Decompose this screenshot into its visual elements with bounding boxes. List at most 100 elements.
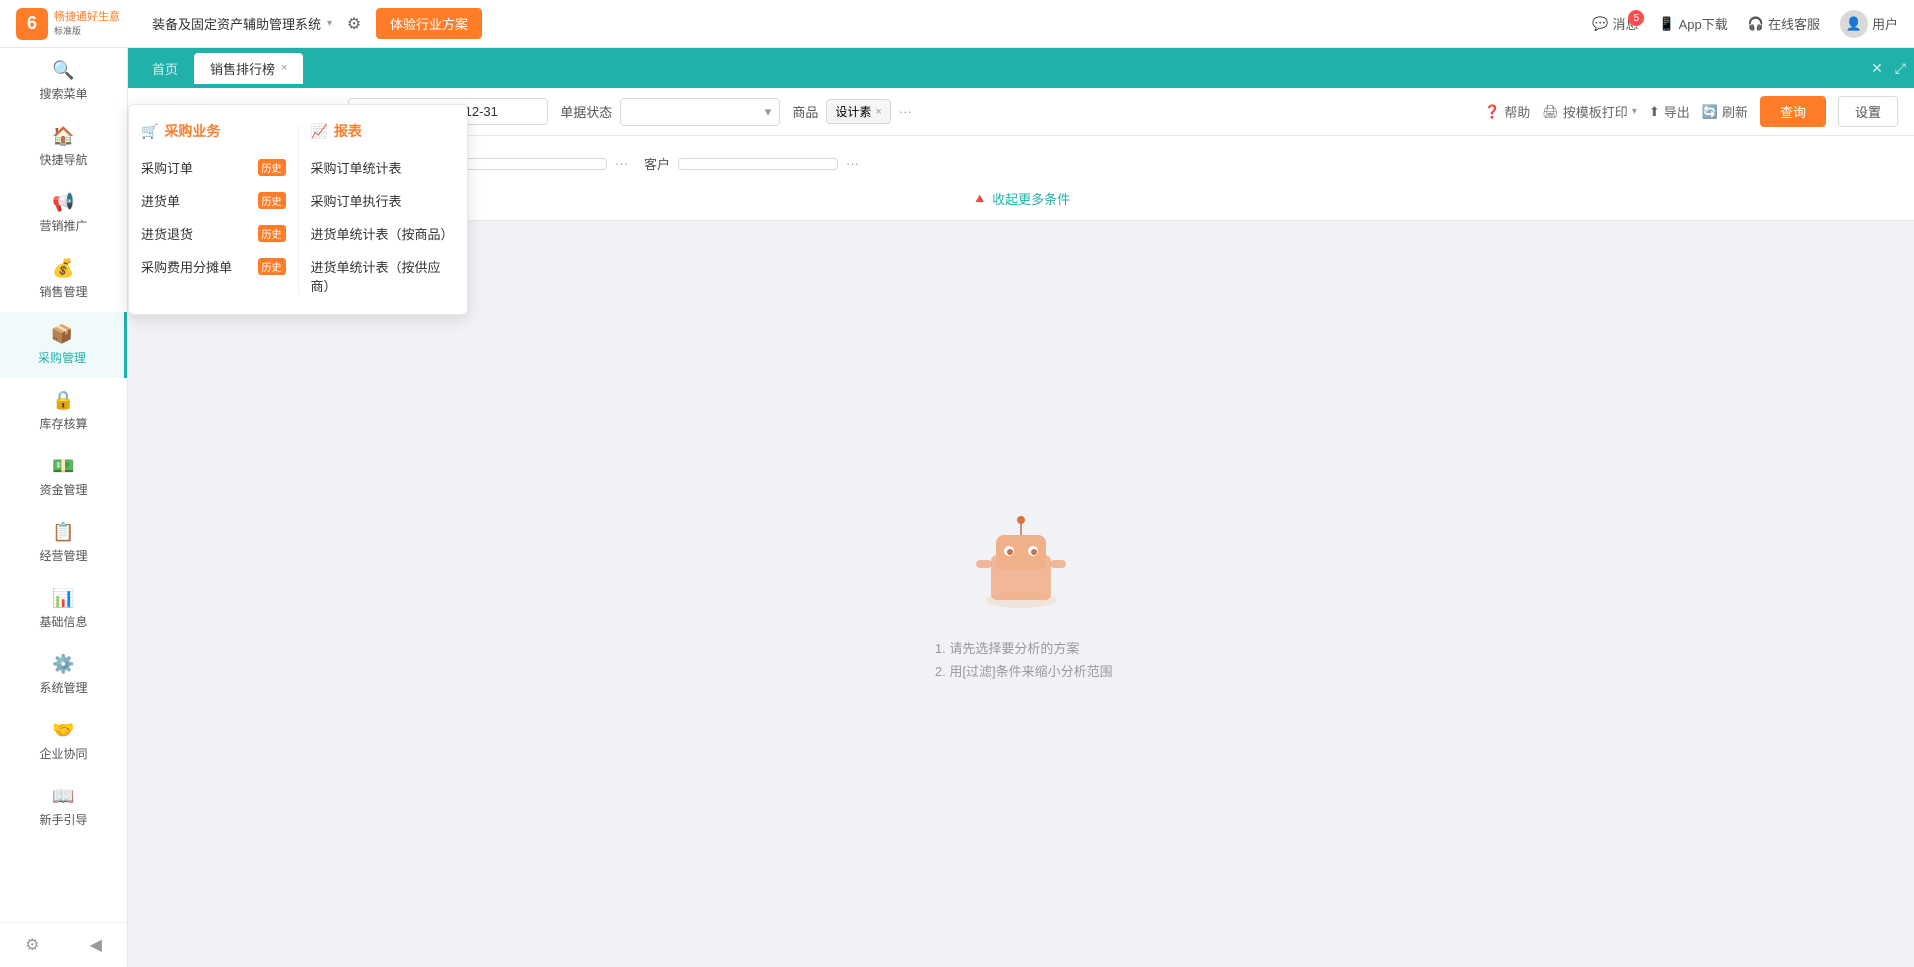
online-service-btn[interactable]: 🎧 在线客服 [1748, 14, 1820, 33]
dropdown-item-incoming-stats-goods[interactable]: 进货单统计表（按商品） [311, 217, 456, 250]
sidebar-item-guide[interactable]: 📖 新手引导 [0, 774, 127, 840]
query-btn[interactable]: 查询 [1760, 96, 1826, 127]
main-area: 🔍 搜索菜单 🏠 快捷导航 📢 营销推广 💰 销售管理 📦 采购管理 🔒 [0, 48, 1914, 967]
empty-hints: 请先选择要分析的方案 用[过滤]条件来缩小分析范围 [929, 637, 1112, 684]
purchase-col-icon: 🛒 [141, 123, 158, 140]
sidebar-item-basic-info[interactable]: 📊 基础信息 [0, 576, 127, 642]
sidebar-label-basic-info: 基础信息 [39, 613, 87, 630]
status-select[interactable]: ▾ [620, 98, 780, 126]
sidebar-item-marketing[interactable]: 📢 营销推广 [0, 180, 127, 246]
order-exec-label: 采购订单执行表 [311, 191, 402, 210]
sales-icon: 💰 [52, 258, 74, 279]
sidebar-item-sales-mgmt[interactable]: 💰 销售管理 [0, 246, 127, 312]
return-history-badge: 历史 [258, 225, 286, 242]
guide-icon: 📖 [52, 786, 74, 807]
top-bar-right: 💬 消息 5 📱 App下载 🎧 在线客服 👤 用户 [1592, 10, 1898, 38]
empty-svg [961, 505, 1081, 625]
print-arrow: ▾ [1632, 106, 1637, 117]
sidebar-settings-icon[interactable]: ⚙ [25, 935, 39, 955]
export-btn[interactable]: ⬆ 导出 [1649, 102, 1690, 121]
collapse-btn[interactable]: 🔺 收起更多条件 [972, 189, 1070, 208]
refresh-btn[interactable]: 🔄 刷新 [1702, 102, 1748, 121]
sidebar-label-inventory: 库存核算 [39, 415, 87, 432]
sidebar-label-finance: 资金管理 [39, 481, 87, 498]
purchase-order-label: 采购订单 [141, 158, 193, 177]
incoming-history-badge: 历史 [258, 192, 286, 209]
dropdown-report-col: 📈 报表 采购订单统计表 采购订单执行表 进货单统计表（按商品） [299, 117, 468, 302]
tab-maximize-btn[interactable]: ⤢ [1895, 60, 1906, 77]
home-icon: 🏠 [52, 126, 74, 147]
sidebar-item-enterprise[interactable]: 🤝 企业协同 [0, 708, 127, 774]
print-btn[interactable]: 🖨 按模板打印 ▾ [1542, 102, 1637, 121]
customer-input[interactable] [678, 158, 838, 170]
customer-label: 客户 [644, 154, 670, 173]
purchase-col-title: 🛒 采购业务 [141, 117, 286, 151]
customer-filter-item: 客户 ··· [644, 154, 859, 173]
headset-icon: 🎧 [1748, 16, 1764, 32]
dropdown-item-order-stats[interactable]: 采购订单统计表 [311, 151, 456, 184]
sidebar: 🔍 搜索菜单 🏠 快捷导航 📢 营销推广 💰 销售管理 📦 采购管理 🔒 [0, 48, 128, 967]
enterprise-icon: 🤝 [52, 720, 74, 741]
sidebar-item-quick-nav[interactable]: 🏠 快捷导航 [0, 114, 127, 180]
message-btn[interactable]: 💬 消息 5 [1592, 14, 1638, 33]
salesperson-input[interactable] [447, 158, 607, 170]
dropdown-item-incoming[interactable]: 进货单 历史 [141, 184, 286, 217]
tab-bar-actions: ✕ ⤢ [1871, 60, 1906, 77]
sidebar-item-ops-mgmt[interactable]: 📋 经营管理 [0, 510, 127, 576]
refresh-label: 刷新 [1722, 102, 1748, 121]
top-bar: 6 畅捷通好生意 标准版 装备及固定资产辅助管理系统 ▾ ⚙ 体验行业方案 💬 … [0, 0, 1914, 48]
purchase-order-history-badge: 历史 [258, 159, 286, 176]
dropdown-item-incoming-stats-supplier[interactable]: 进货单统计表（按供应商） [311, 250, 456, 302]
tab-home[interactable]: 首页 [136, 53, 194, 84]
dropdown-item-return[interactable]: 进货退货 历史 [141, 217, 286, 250]
industry-btn[interactable]: 体验行业方案 [376, 8, 482, 39]
collapse-arrow-icon: 🔺 [972, 191, 988, 207]
sidebar-item-inventory[interactable]: 🔒 库存核算 [0, 378, 127, 444]
sidebar-label-enterprise: 企业协同 [39, 745, 87, 762]
sidebar-item-system-mgmt[interactable]: ⚙️ 系统管理 [0, 642, 127, 708]
tab-sales-rank[interactable]: 销售排行榜 × [194, 53, 303, 84]
empty-hint-1: 请先选择要分析的方案 [949, 637, 1112, 660]
user-btn[interactable]: 👤 用户 [1840, 10, 1898, 38]
salesperson-more-btn[interactable]: ··· [615, 156, 628, 171]
customer-more-btn[interactable]: ··· [846, 156, 859, 171]
logo-brand: 畅捷通好生意 [54, 10, 120, 24]
dropdown-item-purchase-order[interactable]: 采购订单 历史 [141, 151, 286, 184]
app-download-btn[interactable]: 📱 App下载 [1658, 14, 1727, 33]
empty-illustration [961, 505, 1081, 625]
logo-text: 畅捷通好生意 标准版 [54, 10, 120, 37]
tab-sales-rank-label: 销售排行榜 [210, 59, 275, 78]
logo-icon: 6 [16, 8, 48, 40]
system-title-arrow[interactable]: ▾ [327, 18, 332, 29]
marketing-icon: 📢 [52, 192, 74, 213]
sidebar-collapse-icon[interactable]: ◀ [90, 935, 102, 955]
purchase-dropdown-menu: 🛒 采购业务 采购订单 历史 进货单 历史 进货退货 [128, 104, 468, 315]
inventory-icon: 🔒 [52, 390, 74, 411]
tab-sales-rank-close[interactable]: × [281, 62, 287, 74]
sidebar-item-purchase-mgmt[interactable]: 📦 采购管理 [0, 312, 127, 378]
report-col-title-text: 报表 [334, 121, 362, 141]
collapse-btn-label: 收起更多条件 [992, 189, 1070, 208]
status-label: 单据状态 [560, 102, 612, 121]
dropdown-item-order-exec[interactable]: 采购订单执行表 [311, 184, 456, 217]
goods-tag-close[interactable]: × [875, 106, 881, 118]
tab-close-all-btn[interactable]: ✕ [1871, 60, 1883, 77]
dropdown-item-expense[interactable]: 采购费用分摊单 历史 [141, 250, 286, 283]
help-btn[interactable]: ❓ 帮助 [1484, 102, 1530, 121]
settings-gear-icon[interactable]: ⚙ [340, 10, 368, 38]
basic-info-icon: 📊 [52, 588, 74, 609]
app-container: 6 畅捷通好生意 标准版 装备及固定资产辅助管理系统 ▾ ⚙ 体验行业方案 💬 … [0, 0, 1914, 967]
phone-icon: 📱 [1658, 16, 1674, 32]
search-icon: 🔍 [52, 60, 74, 81]
goods-tag-text: 设计素 [835, 103, 871, 120]
tab-bar: 首页 销售排行榜 × ✕ ⤢ [128, 48, 1914, 88]
sidebar-item-finance[interactable]: 💵 资金管理 [0, 444, 127, 510]
report-col-icon: 📈 [311, 123, 328, 140]
sidebar-item-search-menu[interactable]: 🔍 搜索菜单 [0, 48, 127, 114]
settings-btn[interactable]: 设置 [1838, 96, 1898, 127]
sidebar-label-sales-mgmt: 销售管理 [39, 283, 87, 300]
expense-label: 采购费用分摊单 [141, 257, 232, 276]
goods-more-btn[interactable]: ··· [899, 104, 912, 119]
help-label: 帮助 [1504, 102, 1530, 121]
system-icon: ⚙️ [52, 654, 74, 675]
